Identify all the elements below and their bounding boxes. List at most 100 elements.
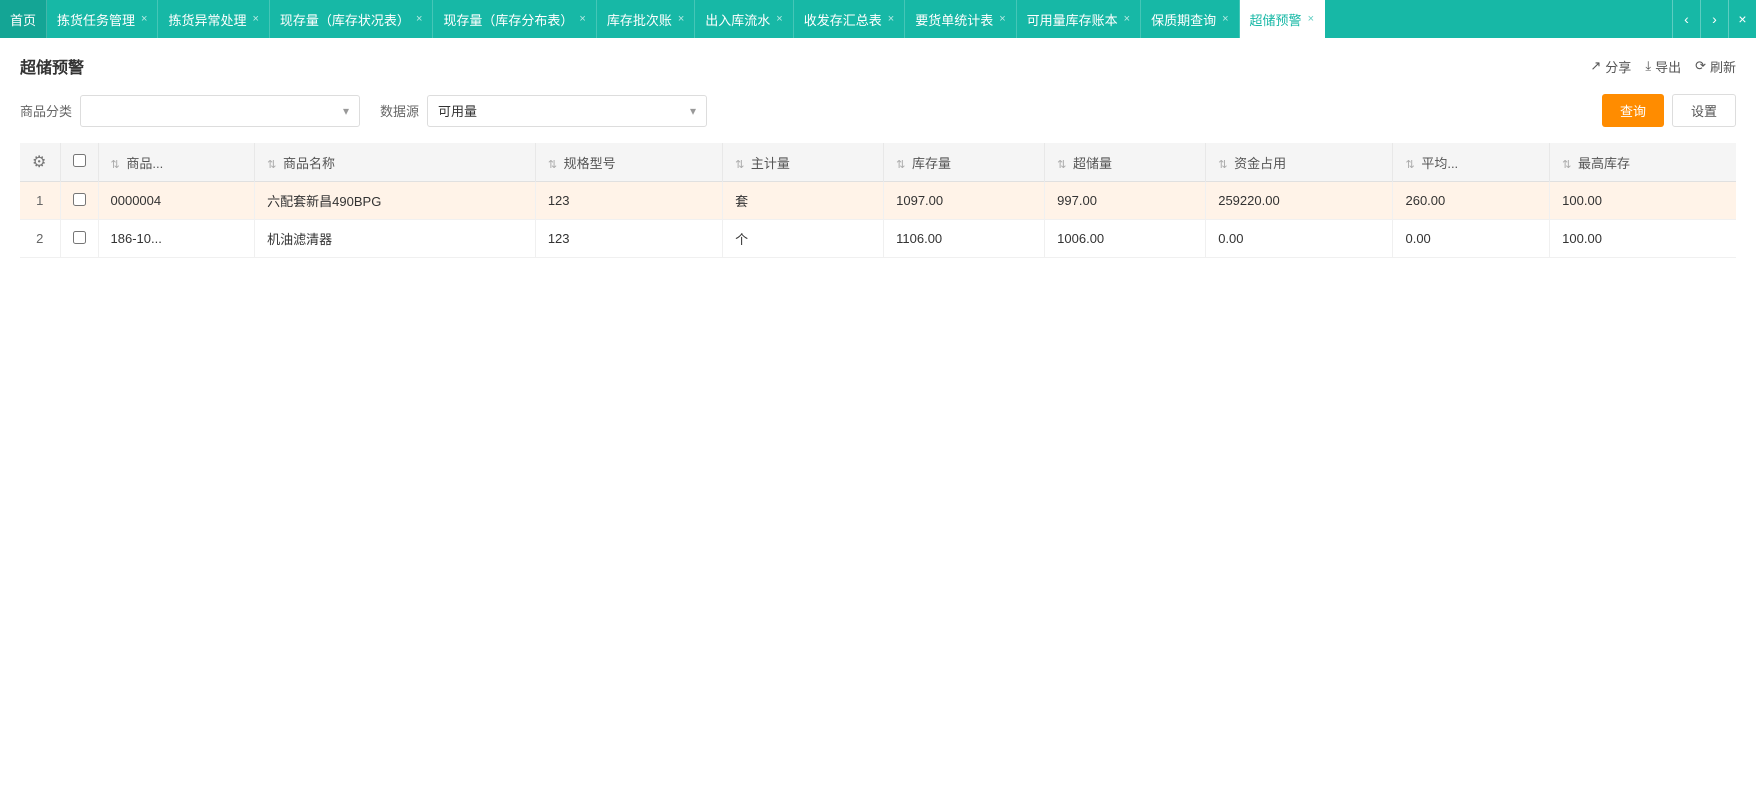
row-stock: 1097.00	[884, 182, 1045, 220]
nav-pick-exception[interactable]: 拣货异常处理 ×	[158, 0, 269, 38]
nav-next-arrow[interactable]: ›	[1700, 0, 1728, 38]
export-button[interactable]: ⤓ 导出	[1645, 57, 1681, 76]
datasource-select[interactable]: 可用量 ▾	[427, 95, 707, 127]
row-checkbox[interactable]	[73, 231, 86, 244]
table-body: 1 0000004 六配套新昌490BPG 123 套 1097.00 997.…	[20, 182, 1736, 258]
col-max-stock[interactable]: ⇅ 最高库存	[1550, 143, 1736, 182]
nav-arrow-group: ‹ › ×	[1672, 0, 1756, 38]
nav-inout-flow[interactable]: 出入库流水 ×	[695, 0, 793, 38]
category-filter: 商品分类 ▾	[20, 95, 360, 127]
sort-icon: ⇅	[1057, 159, 1066, 171]
data-table: ⚙ ⇅ 商品... ⇅ 商品名称 ⇅ 规格型号 ⇅	[20, 143, 1736, 258]
row-over-stock: 997.00	[1045, 182, 1206, 220]
page-header: 超储预警 ↗ 分享 ⤓ 导出 ⟳ 刷新	[20, 54, 1736, 78]
page-title: 超储预警	[20, 54, 84, 78]
row-num: 1	[20, 182, 60, 220]
close-icon[interactable]: ×	[579, 13, 585, 25]
datasource-value: 可用量	[438, 101, 477, 120]
gear-icon[interactable]: ⚙	[32, 154, 46, 171]
nav-overstock[interactable]: 超储预警 ×	[1240, 0, 1325, 38]
category-label: 商品分类	[20, 101, 72, 120]
sort-icon: ⇅	[548, 159, 557, 171]
nav-stock-dist[interactable]: 现存量（库存分布表） ×	[433, 0, 596, 38]
row-product-name: 机油滤清器	[255, 220, 536, 258]
col-product-name[interactable]: ⇅ 商品名称	[255, 143, 536, 182]
row-unit: 套	[723, 182, 884, 220]
nav-shelf-life[interactable]: 保质期查询 ×	[1141, 0, 1239, 38]
col-over-stock[interactable]: ⇅ 超储量	[1045, 143, 1206, 182]
nav-prev-arrow[interactable]: ‹	[1672, 0, 1700, 38]
row-capital: 0.00	[1206, 220, 1393, 258]
col-spec[interactable]: ⇅ 规格型号	[535, 143, 722, 182]
close-icon[interactable]: ×	[252, 13, 258, 25]
header-actions: ↗ 分享 ⤓ 导出 ⟳ 刷新	[1590, 57, 1736, 76]
row-checkbox-cell[interactable]	[60, 182, 98, 220]
close-icon[interactable]: ×	[416, 13, 422, 25]
datasource-filter: 数据源 可用量 ▾	[380, 95, 707, 127]
nav-stock-summary[interactable]: 收发存汇总表 ×	[794, 0, 905, 38]
export-icon: ⤓	[1645, 58, 1651, 74]
close-icon[interactable]: ×	[999, 13, 1005, 25]
close-icon[interactable]: ×	[1308, 13, 1314, 25]
row-product-name: 六配套新昌490BPG	[255, 182, 536, 220]
query-button[interactable]: 查询	[1602, 94, 1664, 127]
col-stock[interactable]: ⇅ 库存量	[884, 143, 1045, 182]
col-checkbox-all[interactable]	[60, 143, 98, 182]
close-icon[interactable]: ×	[776, 13, 782, 25]
nav-pick-task[interactable]: 拣货任务管理 ×	[47, 0, 158, 38]
row-checkbox[interactable]	[73, 193, 86, 206]
nav-available-stock[interactable]: 可用量库存账本 ×	[1017, 0, 1141, 38]
chevron-down-icon: ▾	[690, 104, 696, 118]
row-max-stock: 100.00	[1550, 182, 1736, 220]
sort-icon: ⇅	[267, 159, 276, 171]
row-capital: 259220.00	[1206, 182, 1393, 220]
row-num: 2	[20, 220, 60, 258]
close-icon[interactable]: ×	[678, 13, 684, 25]
share-icon: ↗	[1590, 58, 1601, 74]
category-select[interactable]: ▾	[80, 95, 360, 127]
row-avg: 260.00	[1393, 182, 1550, 220]
table-row: 1 0000004 六配套新昌490BPG 123 套 1097.00 997.…	[20, 182, 1736, 220]
sort-icon: ⇅	[111, 159, 120, 171]
filter-row: 商品分类 ▾ 数据源 可用量 ▾ 查询 设置	[20, 94, 1736, 127]
col-avg[interactable]: ⇅ 平均...	[1393, 143, 1550, 182]
close-icon[interactable]: ×	[141, 13, 147, 25]
nav-stock-batch[interactable]: 库存批次账 ×	[597, 0, 695, 38]
nav-order-stats[interactable]: 要货单统计表 ×	[905, 0, 1016, 38]
row-avg: 0.00	[1393, 220, 1550, 258]
table-header: ⚙ ⇅ 商品... ⇅ 商品名称 ⇅ 规格型号 ⇅	[20, 143, 1736, 182]
row-checkbox-cell[interactable]	[60, 220, 98, 258]
sort-icon: ⇅	[1562, 159, 1571, 171]
datasource-label: 数据源	[380, 101, 419, 120]
col-product-code[interactable]: ⇅ 商品...	[98, 143, 255, 182]
nav-home[interactable]: 首页	[0, 0, 47, 38]
col-settings[interactable]: ⚙	[20, 143, 60, 182]
refresh-button[interactable]: ⟳ 刷新	[1695, 57, 1736, 76]
close-icon[interactable]: ×	[888, 13, 894, 25]
row-over-stock: 1006.00	[1045, 220, 1206, 258]
share-button[interactable]: ↗ 分享	[1590, 57, 1631, 76]
nav-close-all[interactable]: ×	[1728, 0, 1756, 38]
filter-actions: 查询 设置	[1602, 94, 1736, 127]
row-spec: 123	[535, 182, 722, 220]
table-row: 2 186-10... 机油滤清器 123 个 1106.00 1006.00 …	[20, 220, 1736, 258]
close-icon[interactable]: ×	[1222, 13, 1228, 25]
row-stock: 1106.00	[884, 220, 1045, 258]
col-unit[interactable]: ⇅ 主计量	[723, 143, 884, 182]
top-navigation: 首页 拣货任务管理 × 拣货异常处理 × 现存量（库存状况表） × 现存量（库存…	[0, 0, 1756, 38]
row-spec: 123	[535, 220, 722, 258]
chevron-down-icon: ▾	[343, 104, 349, 118]
select-all-checkbox[interactable]	[73, 154, 86, 167]
sort-icon: ⇅	[735, 159, 744, 171]
sort-icon: ⇅	[1405, 159, 1414, 171]
close-icon[interactable]: ×	[1124, 13, 1130, 25]
row-product-code: 186-10...	[98, 220, 255, 258]
page-content: 超储预警 ↗ 分享 ⤓ 导出 ⟳ 刷新 商品分类 ▾ 数据源	[0, 38, 1756, 274]
row-max-stock: 100.00	[1550, 220, 1736, 258]
refresh-icon: ⟳	[1695, 58, 1706, 74]
row-unit: 个	[723, 220, 884, 258]
nav-stock-status[interactable]: 现存量（库存状况表） ×	[270, 0, 433, 38]
sort-icon: ⇅	[1218, 159, 1227, 171]
col-capital[interactable]: ⇅ 资金占用	[1206, 143, 1393, 182]
settings-button[interactable]: 设置	[1672, 94, 1736, 127]
